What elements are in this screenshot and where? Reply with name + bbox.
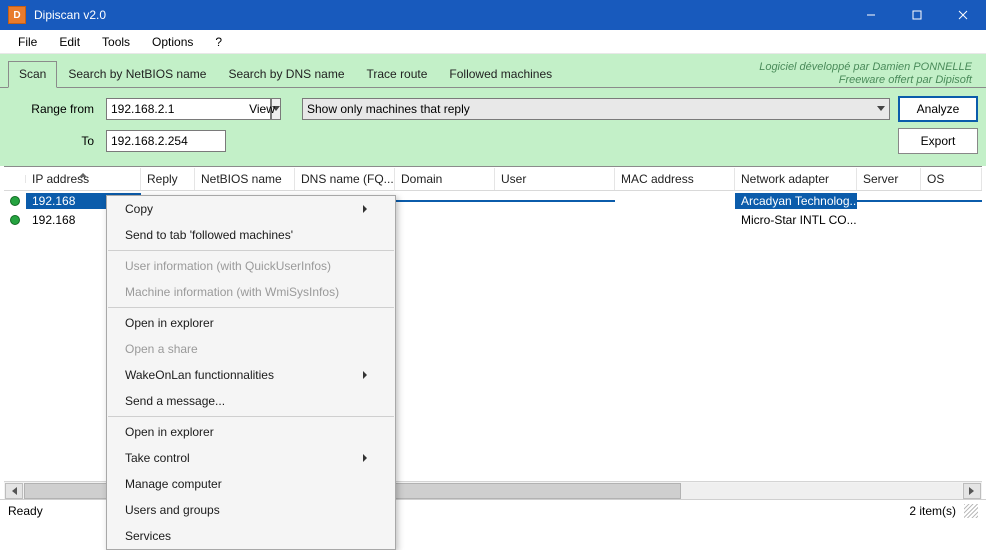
submenu-arrow-icon	[363, 454, 371, 462]
cell-user	[495, 200, 615, 202]
submenu-arrow-icon	[363, 205, 371, 213]
tab-netbios[interactable]: Search by NetBIOS name	[57, 61, 217, 88]
menu-help[interactable]: ?	[205, 33, 232, 51]
context-item-label: Machine information (with WmiSysInfos)	[125, 285, 339, 299]
status-dot	[4, 196, 26, 206]
col-os[interactable]: OS	[921, 168, 982, 190]
context-item[interactable]: Send to tab 'followed machines'	[107, 222, 395, 248]
col-netbios[interactable]: NetBIOS name	[195, 168, 295, 190]
tab-scan[interactable]: Scan	[8, 61, 57, 88]
status-dot	[4, 215, 26, 225]
context-item-label: Send to tab 'followed machines'	[125, 228, 293, 242]
context-item-label: Send a message...	[125, 394, 225, 408]
close-button[interactable]	[940, 0, 986, 30]
cell-mac	[615, 200, 735, 202]
tab-strip-area: Scan Search by NetBIOS name Search by DN…	[0, 54, 986, 87]
maximize-button[interactable]	[894, 0, 940, 30]
tab-strip: Scan Search by NetBIOS name Search by DN…	[8, 60, 978, 87]
view-dropdown[interactable]: Show only machines that reply	[302, 98, 890, 120]
submenu-arrow-icon	[363, 371, 371, 379]
scroll-right-button[interactable]	[963, 483, 981, 499]
tab-trace[interactable]: Trace route	[356, 61, 439, 88]
context-item-label: Manage computer	[125, 477, 222, 491]
cell-adapter: Arcadyan Technolog...	[735, 193, 857, 209]
cell-user	[495, 219, 615, 221]
status-right: 2 item(s)	[909, 504, 956, 518]
col-ip[interactable]: IP address	[26, 168, 141, 190]
col-reply[interactable]: Reply	[141, 168, 195, 190]
credits-line2: Freeware offert par Dipisoft	[759, 74, 972, 87]
menubar: File Edit Tools Options ?	[0, 30, 986, 54]
col-domain[interactable]: Domain	[395, 168, 495, 190]
context-item[interactable]: Copy	[107, 196, 395, 222]
context-item-label: Copy	[125, 202, 153, 216]
context-item-label: User information (with QuickUserInfos)	[125, 259, 331, 273]
context-item: Machine information (with WmiSysInfos)	[107, 279, 395, 305]
context-item[interactable]: Open in explorer	[107, 310, 395, 336]
menu-file[interactable]: File	[8, 33, 47, 51]
menu-edit[interactable]: Edit	[49, 33, 90, 51]
cell-mac	[615, 219, 735, 221]
tab-dns[interactable]: Search by DNS name	[217, 61, 355, 88]
status-left: Ready	[8, 504, 43, 518]
range-from-combo[interactable]	[106, 98, 226, 120]
credits-line1: Logiciel développé par Damien PONNELLE	[759, 61, 972, 74]
col-dns[interactable]: DNS name (FQ...	[295, 168, 395, 190]
credits: Logiciel développé par Damien PONNELLE F…	[759, 61, 978, 87]
context-item-label: WakeOnLan functionnalities	[125, 368, 274, 382]
context-separator	[108, 250, 394, 251]
to-input[interactable]	[106, 130, 226, 152]
context-item[interactable]: Services	[107, 523, 395, 549]
window-buttons	[848, 0, 986, 30]
to-label: To	[8, 134, 98, 148]
cell-server	[857, 200, 921, 202]
context-separator	[108, 307, 394, 308]
col-status[interactable]	[4, 175, 26, 183]
context-separator	[108, 416, 394, 417]
online-icon	[10, 215, 20, 225]
menu-options[interactable]: Options	[142, 33, 203, 51]
context-item-label: Services	[125, 529, 171, 543]
col-server[interactable]: Server	[857, 168, 921, 190]
context-item: User information (with QuickUserInfos)	[107, 253, 395, 279]
scroll-left-button[interactable]	[5, 483, 23, 499]
cell-os	[921, 200, 982, 202]
context-item-label: Users and groups	[125, 503, 220, 517]
menu-tools[interactable]: Tools	[92, 33, 140, 51]
cell-domain	[395, 200, 495, 202]
col-adapter[interactable]: Network adapter	[735, 168, 857, 190]
cell-server	[857, 219, 921, 221]
context-item-label: Take control	[125, 451, 190, 465]
table-header: IP address Reply NetBIOS name DNS name (…	[4, 167, 982, 191]
resize-grip[interactable]	[964, 504, 978, 518]
titlebar: D Dipiscan v2.0	[0, 0, 986, 30]
context-item-label: Open a share	[125, 342, 198, 356]
export-button[interactable]: Export	[898, 128, 978, 154]
scan-form: Range from View Show only machines that …	[0, 87, 986, 166]
online-icon	[10, 196, 20, 206]
view-label: View	[234, 102, 294, 116]
view-selected: Show only machines that reply	[307, 102, 877, 116]
context-item[interactable]: Take control	[107, 445, 395, 471]
range-from-label: Range from	[8, 102, 98, 116]
context-menu: Copy Send to tab 'followed machines' User …	[106, 195, 396, 550]
cell-domain	[395, 219, 495, 221]
context-item[interactable]: Manage computer	[107, 471, 395, 497]
col-mac[interactable]: MAC address	[615, 168, 735, 190]
context-item-label: Open in explorer	[125, 425, 214, 439]
analyze-button[interactable]: Analyze	[898, 96, 978, 122]
context-item[interactable]: Open in explorer	[107, 419, 395, 445]
cell-os	[921, 219, 982, 221]
context-item[interactable]: WakeOnLan functionnalities	[107, 362, 395, 388]
context-item[interactable]: Users and groups	[107, 497, 395, 523]
tab-followed[interactable]: Followed machines	[438, 61, 563, 88]
minimize-button[interactable]	[848, 0, 894, 30]
cell-adapter: Micro-Star INTL CO....	[735, 212, 857, 228]
col-user[interactable]: User	[495, 168, 615, 190]
context-item-label: Open in explorer	[125, 316, 214, 330]
window-title: Dipiscan v2.0	[34, 8, 848, 22]
context-item: Open a share	[107, 336, 395, 362]
context-item[interactable]: Send a message...	[107, 388, 395, 414]
app-icon: D	[8, 6, 26, 24]
